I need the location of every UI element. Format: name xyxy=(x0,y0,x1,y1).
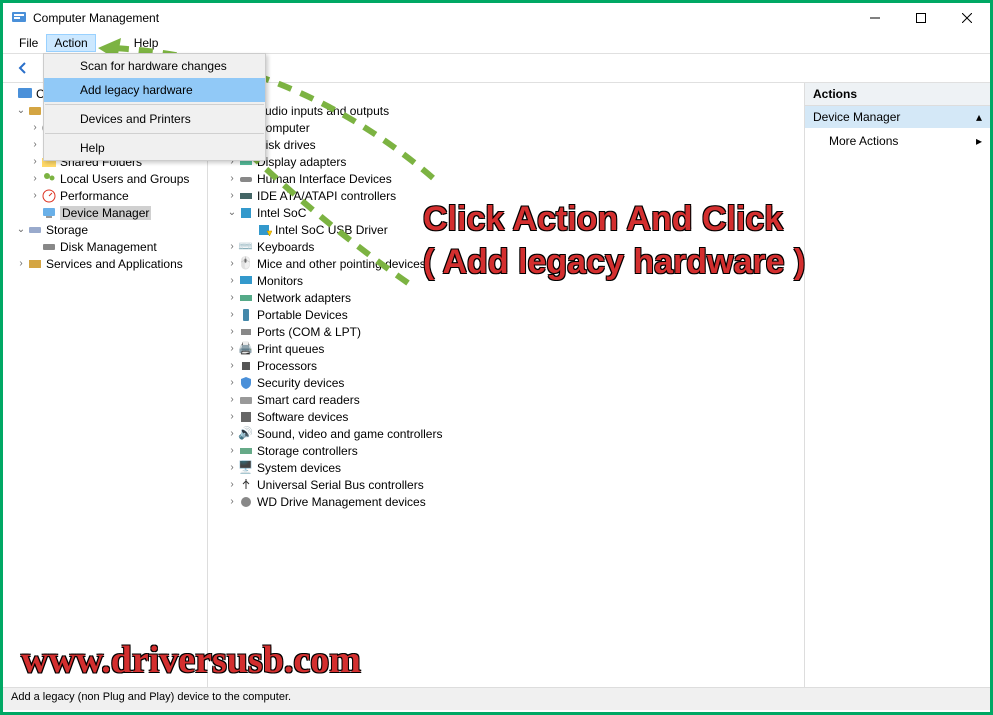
actions-header: Actions xyxy=(805,83,990,106)
tree-device-manager[interactable]: Device Manager xyxy=(3,204,207,221)
menu-action[interactable]: Action xyxy=(46,34,95,52)
device-computer[interactable]: ›🖥️Computer xyxy=(208,119,804,136)
tree-label: Local Users and Groups xyxy=(60,172,189,186)
device-display-adapters[interactable]: ›Display adapters xyxy=(208,153,804,170)
device-network[interactable]: ›Network adapters xyxy=(208,289,804,306)
minimize-button[interactable] xyxy=(852,3,898,33)
device-intel-soc[interactable]: ⌄Intel SoC xyxy=(208,204,804,221)
device-tree[interactable]: ⌄PC-14O453 ›🔊Audio inputs and outputs ›🖥… xyxy=(208,83,805,687)
device-disk-drives[interactable]: ›Disk drives xyxy=(208,136,804,153)
maximize-button[interactable] xyxy=(898,3,944,33)
menu-bar: File Action Help xyxy=(3,33,990,53)
tree-label: Disk Management xyxy=(60,240,157,254)
action-dropdown: Scan for hardware changes Add legacy har… xyxy=(43,53,266,161)
device-storage-controllers[interactable]: ›Storage controllers xyxy=(208,442,804,459)
dropdown-separator xyxy=(45,133,264,134)
actions-subheader[interactable]: Device Manager ▴ xyxy=(805,106,990,128)
actions-panel: Actions Device Manager ▴ More Actions ▸ xyxy=(805,83,990,687)
tree-services-apps[interactable]: › Services and Applications xyxy=(3,255,207,272)
device-ide[interactable]: ›IDE ATA/ATAPI controllers xyxy=(208,187,804,204)
tree-label: Storage xyxy=(46,223,88,237)
tree-local-users[interactable]: › Local Users and Groups xyxy=(3,170,207,187)
back-button[interactable] xyxy=(11,56,35,80)
dropdown-separator xyxy=(45,104,264,105)
device-processors[interactable]: ›Processors xyxy=(208,357,804,374)
close-button[interactable] xyxy=(944,3,990,33)
device-sound[interactable]: ›🔊Sound, video and game controllers xyxy=(208,425,804,442)
device-audio[interactable]: ›🔊Audio inputs and outputs xyxy=(208,102,804,119)
device-mice[interactable]: ›🖱️Mice and other pointing devices xyxy=(208,255,804,272)
device-system[interactable]: ›🖥️System devices xyxy=(208,459,804,476)
device-keyboards[interactable]: ›⌨️Keyboards xyxy=(208,238,804,255)
tree-label: Services and Applications xyxy=(46,257,183,271)
device-portable[interactable]: ›Portable Devices xyxy=(208,306,804,323)
device-hid[interactable]: ›Human Interface Devices xyxy=(208,170,804,187)
device-monitors[interactable]: ›Monitors xyxy=(208,272,804,289)
device-root[interactable]: ⌄PC-14O453 xyxy=(208,85,804,102)
navigation-tree[interactable]: Computer Management (Local) ⌄ › › › Shar… xyxy=(3,83,208,687)
device-usb[interactable]: ›Universal Serial Bus controllers xyxy=(208,476,804,493)
menu-help[interactable]: Help xyxy=(126,34,167,52)
action-more-actions[interactable]: More Actions ▸ xyxy=(805,128,990,154)
device-software[interactable]: ›Software devices xyxy=(208,408,804,425)
arrow-right-icon: ▸ xyxy=(976,134,982,148)
dd-add-legacy-hardware[interactable]: Add legacy hardware xyxy=(44,78,265,102)
tree-storage[interactable]: ⌄ Storage xyxy=(3,221,207,238)
device-print-queues[interactable]: ›🖨️Print queues xyxy=(208,340,804,357)
device-smartcard[interactable]: ›Smart card readers xyxy=(208,391,804,408)
app-icon xyxy=(11,10,27,26)
window-title: Computer Management xyxy=(33,11,852,25)
status-bar: Add a legacy (non Plug and Play) device … xyxy=(3,688,990,710)
collapse-icon: ▴ xyxy=(976,110,982,124)
dd-scan-hardware[interactable]: Scan for hardware changes xyxy=(44,54,265,78)
tree-disk-management[interactable]: Disk Management xyxy=(3,238,207,255)
tree-label: Device Manager xyxy=(60,206,151,220)
dd-help[interactable]: Help xyxy=(44,136,265,160)
title-bar: Computer Management xyxy=(3,3,990,33)
device-intel-usb-driver[interactable]: Intel SoC USB Driver xyxy=(208,221,804,238)
menu-file[interactable]: File xyxy=(11,34,46,52)
tree-performance[interactable]: › Performance xyxy=(3,187,207,204)
device-wd[interactable]: ›WD Drive Management devices xyxy=(208,493,804,510)
device-ports[interactable]: ›Ports (COM & LPT) xyxy=(208,323,804,340)
tree-label: Performance xyxy=(60,189,129,203)
dd-devices-printers[interactable]: Devices and Printers xyxy=(44,107,265,131)
device-security[interactable]: ›Security devices xyxy=(208,374,804,391)
